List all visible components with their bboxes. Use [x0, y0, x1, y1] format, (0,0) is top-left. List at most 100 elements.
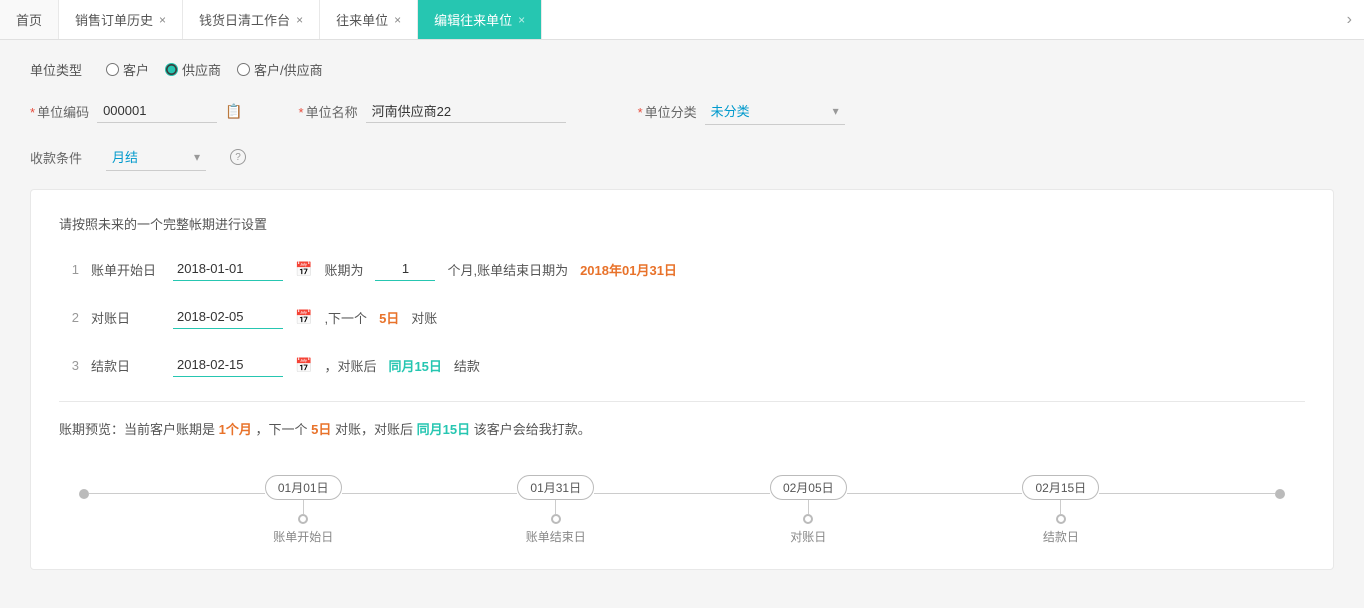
unit-code-input[interactable] — [97, 99, 217, 123]
tab-close-edit-partner[interactable]: × — [518, 13, 525, 27]
row-text-3b: 结款 — [454, 356, 480, 375]
timeline-node-3: 02月05日 对账日 — [770, 475, 847, 545]
payment-terms-select[interactable]: 月结 ▾ — [106, 143, 206, 171]
tab-close-partner[interactable]: × — [394, 13, 401, 27]
tab-sales-order-history[interactable]: 销售订单历史 × — [59, 0, 183, 39]
tab-expand-button[interactable]: › — [1335, 11, 1364, 29]
timeline-segment-2 — [342, 475, 518, 494]
date-pill-2: 01月31日 — [517, 475, 594, 500]
unit-type-row: 单位类型 客户 供应商 客户/供应商 — [30, 60, 1334, 79]
unit-info-row: *单位编码 📋 *单位名称 *单位分类 未分类 ▾ — [30, 97, 1334, 125]
line-1 — [89, 493, 265, 494]
preview-part3: 对账，对账后 — [335, 422, 413, 437]
payment-terms-value: 月结 — [112, 147, 188, 166]
chevron-down-icon-2: ▾ — [194, 150, 200, 164]
row-text-3a: ，对账后 — [324, 356, 376, 375]
row-num-2: 2 — [59, 310, 79, 325]
unit-category-select[interactable]: 未分类 ▾ — [705, 97, 845, 125]
preview-text: 账期预览：当前客户账期是 1个月 ，下一个 5日 对账，对账后 同月15日 该客… — [59, 420, 1305, 441]
preview-payment-day: 同月15日 — [417, 422, 470, 437]
timeline-start-dot — [79, 489, 89, 499]
copy-icon[interactable]: 📋 — [225, 103, 242, 120]
main-content: 单位类型 客户 供应商 客户/供应商 *单位编码 📋 — [0, 40, 1364, 590]
preview-part2: ，下一个 — [256, 422, 308, 437]
help-icon[interactable]: ? — [230, 149, 246, 165]
row-label-2: 对账日 — [91, 308, 161, 327]
radio-supplier[interactable]: 供应商 — [165, 60, 221, 79]
dot-end — [1275, 489, 1285, 499]
tab-cash-ledger[interactable]: 钱货日清工作台 × — [183, 0, 320, 39]
payment-terms-row: 收款条件 月结 ▾ ? — [30, 143, 1334, 171]
unit-name-input[interactable] — [366, 99, 566, 123]
line-2 — [342, 493, 518, 494]
tab-close-sales[interactable]: × — [159, 13, 166, 27]
reconciliation-day-highlight: 5日 — [379, 308, 399, 327]
timeline-node-2: 01月31日 账单结束日 — [517, 475, 594, 545]
preview-part4: 该客户会给我打款。 — [474, 422, 591, 437]
unit-category-value: 未分类 — [711, 101, 827, 120]
line-end — [1099, 493, 1275, 494]
timeline-segment-4 — [847, 475, 1023, 494]
unit-type-radio-group: 客户 供应商 客户/供应商 — [106, 60, 323, 79]
radio-both[interactable]: 客户/供应商 — [237, 60, 323, 79]
row-reconciliation: 2 对账日 📅 ,下一个 5日 对账 — [59, 305, 1305, 329]
payment-terms-label: 收款条件 — [30, 148, 82, 167]
chevron-down-icon: ▾ — [833, 104, 839, 118]
unit-name-group: *单位名称 — [299, 99, 566, 123]
unit-type-label: 单位类型 — [30, 60, 82, 79]
radio-supplier-input[interactable] — [165, 63, 178, 76]
calendar-icon-3[interactable]: 📅 — [295, 357, 312, 374]
date-pill-4: 02月15日 — [1022, 475, 1099, 500]
section-title: 请按照未来的一个完整帐期进行设置 — [59, 214, 1305, 233]
tab-bar: 首页 销售订单历史 × 钱货日清工作台 × 往来单位 × 编辑往来单位 × › — [0, 0, 1364, 40]
date-pill-3: 02月05日 — [770, 475, 847, 500]
timeline-segment-1 — [89, 475, 265, 494]
unit-category-group: *单位分类 未分类 ▾ — [638, 97, 845, 125]
unit-category-label: *单位分类 — [638, 102, 697, 121]
period-input[interactable] — [375, 257, 435, 281]
tab-edit-partner-unit[interactable]: 编辑往来单位 × — [418, 0, 542, 39]
date-pill-1: 01月01日 — [265, 475, 342, 500]
node-label-1: 账单开始日 — [273, 528, 333, 545]
row-payment: 3 结款日 📅 ，对账后 同月15日 结款 — [59, 353, 1305, 377]
preview-day: 5日 — [311, 422, 331, 437]
timeline: 01月01日 账单开始日 01月31日 账单结束日 — [59, 465, 1305, 545]
row-num-3: 3 — [59, 358, 79, 373]
radio-customer-input[interactable] — [106, 63, 119, 76]
radio-customer[interactable]: 客户 — [106, 60, 149, 79]
account-start-date-input[interactable] — [173, 257, 283, 281]
tab-partner-units[interactable]: 往来单位 × — [320, 0, 418, 39]
unit-code-group: *单位编码 📋 — [30, 99, 243, 123]
dot-start — [79, 489, 89, 499]
node-label-4: 结款日 — [1043, 528, 1079, 545]
row-label-3: 结款日 — [91, 356, 161, 375]
end-date-highlight: 2018年01月31日 — [580, 260, 677, 279]
settings-card: 请按照未来的一个完整帐期进行设置 1 账单开始日 📅 账期为 个月,账单结束日期… — [30, 189, 1334, 570]
payment-date-input[interactable] — [173, 353, 283, 377]
calendar-icon-1[interactable]: 📅 — [295, 261, 312, 278]
line-4 — [847, 493, 1023, 494]
row-label-1: 账单开始日 — [91, 260, 161, 279]
tab-close-cash[interactable]: × — [296, 13, 303, 27]
row-text-1b: 个月,账单结束日期为 — [447, 260, 568, 279]
calendar-icon-2[interactable]: 📅 — [295, 309, 312, 326]
timeline-end-dot — [1275, 489, 1285, 499]
row-text-1: 账期为 — [324, 260, 363, 279]
row-text-2a: ,下一个 — [324, 308, 367, 327]
preview-label: 账期预览：当前客户账期是 — [59, 422, 215, 437]
node-label-3: 对账日 — [790, 528, 826, 545]
row-account-start: 1 账单开始日 📅 账期为 个月,账单结束日期为 2018年01月31日 — [59, 257, 1305, 281]
node-label-2: 账单结束日 — [526, 528, 586, 545]
timeline-node-1: 01月01日 账单开始日 — [265, 475, 342, 545]
payment-day-highlight: 同月15日 — [388, 356, 441, 375]
reconciliation-date-input[interactable] — [173, 305, 283, 329]
timeline-segment-3 — [594, 475, 770, 494]
radio-both-input[interactable] — [237, 63, 250, 76]
timeline-node-4: 02月15日 结款日 — [1022, 475, 1099, 545]
row-num-1: 1 — [59, 262, 79, 277]
preview-section: 账期预览：当前客户账期是 1个月 ，下一个 5日 对账，对账后 同月15日 该客… — [59, 401, 1305, 545]
unit-name-label: *单位名称 — [299, 102, 358, 121]
tab-home[interactable]: 首页 — [0, 0, 59, 39]
unit-code-label: *单位编码 — [30, 102, 89, 121]
row-text-2b: 对账 — [411, 308, 437, 327]
